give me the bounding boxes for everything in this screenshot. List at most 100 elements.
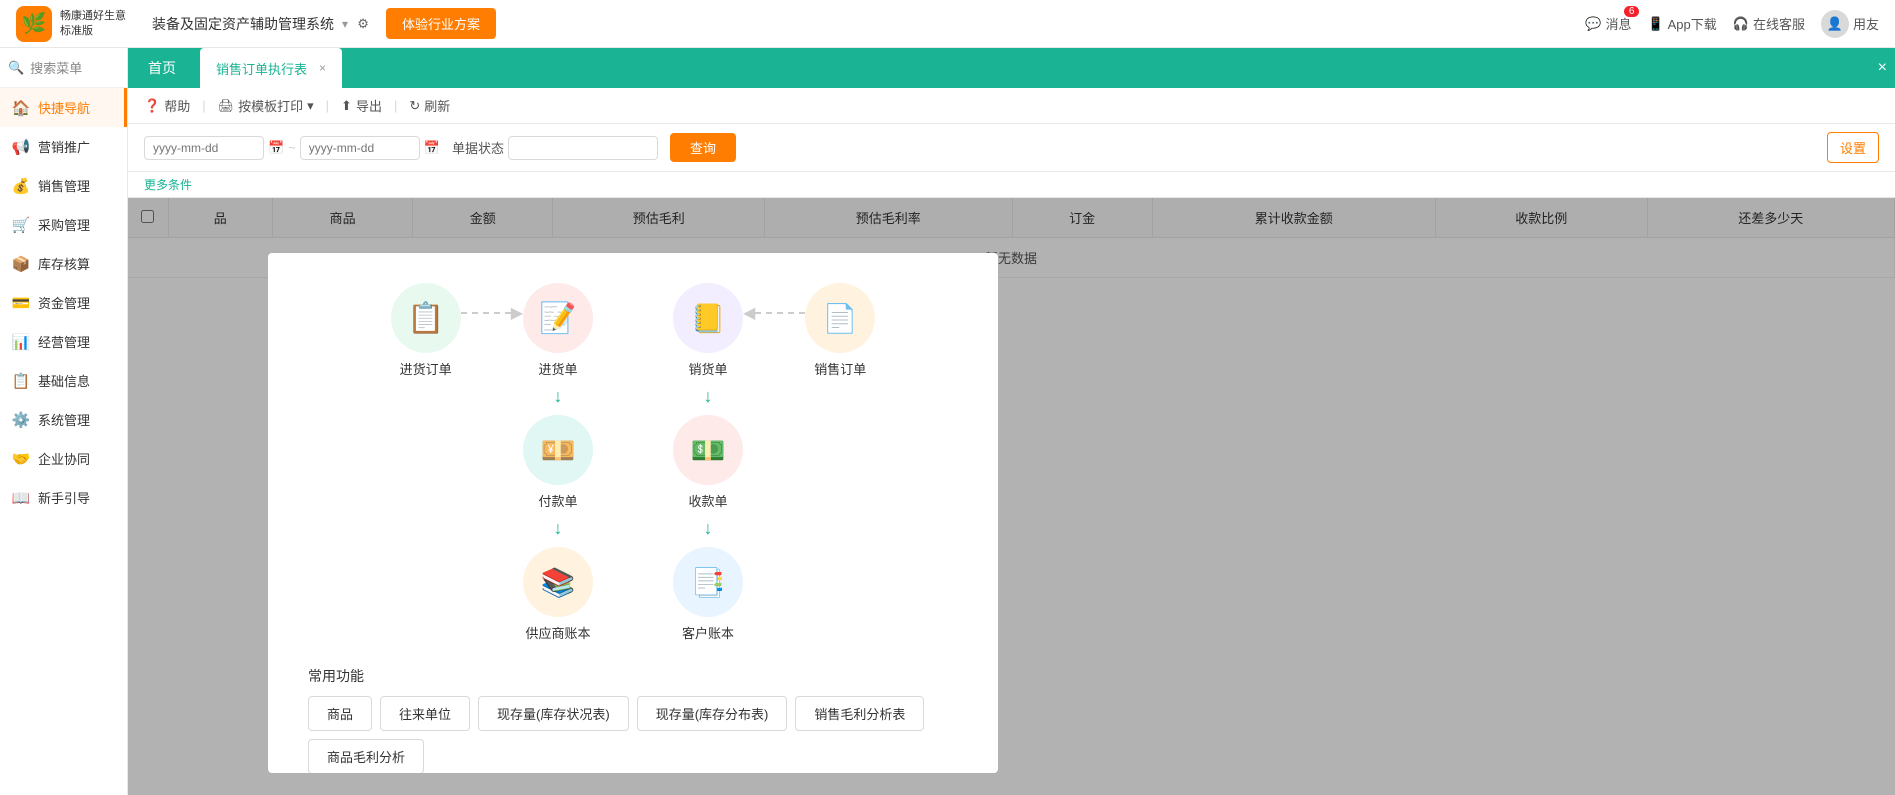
search-icon: 🔍 (8, 60, 24, 76)
user-menu[interactable]: 👤 用友 (1821, 10, 1879, 38)
message-btn[interactable]: 💬 消息 6 (1585, 14, 1631, 33)
flow-item-purchase-bill[interactable]: 📝 进货单 (523, 283, 593, 378)
sidebar-item-label: 销售管理 (38, 176, 90, 195)
func-btn-product[interactable]: 商品 (308, 696, 372, 731)
purchase-bill-circle: 📝 (523, 283, 593, 353)
enterprise-icon: 🤝 (12, 450, 30, 468)
search-menu[interactable]: 🔍 搜索菜单 (0, 48, 127, 88)
sidebar-item-sales[interactable]: 💰 销售管理 (0, 166, 127, 205)
arrow-down3: ↓ (704, 386, 713, 407)
common-funcs-title: 常用功能 (308, 666, 958, 686)
calendar-icon[interactable]: 📅 (268, 140, 284, 156)
help-icon: ❓ (144, 98, 160, 114)
download-icon: 📱 (1647, 16, 1663, 32)
system-title: 装备及固定资产辅助管理系统 ▾ (152, 14, 348, 34)
payment-circle: 💴 (523, 415, 593, 485)
page-toolbar: ❓ 帮助 | 🖨 按模板打印 ▾ | ⬆ 导出 | ↻ 刷新 (128, 88, 1895, 124)
flow-item-supplier-ledger[interactable]: 📚 供应商账本 (523, 547, 593, 642)
flow-item-sales-bill[interactable]: 📒 销货单 (673, 283, 743, 378)
filter-bar: 📅 ~ 📅 单据状态 查询 设置 (128, 124, 1895, 172)
online-service-btn[interactable]: 🎧 在线客服 (1733, 14, 1805, 33)
tab-close-icon[interactable]: × (319, 61, 326, 75)
query-button[interactable]: 查询 (670, 133, 736, 162)
receipt-label: 收款单 (688, 491, 727, 510)
func-btn-product-gross[interactable]: 商品毛利分析 (308, 739, 424, 773)
flow-item-customer-ledger[interactable]: 📑 客户账本 (673, 547, 743, 642)
sidebar-item-purchase[interactable]: 🛒 采购管理 (0, 205, 127, 244)
flow-item-payment[interactable]: 💴 付款单 (523, 415, 593, 510)
sidebar-item-base-info[interactable]: 📋 基础信息 (0, 361, 127, 400)
tab-bar-close-icon[interactable]: × (1878, 59, 1887, 77)
inventory-icon: 📦 (12, 255, 30, 273)
modal-box: 📋 进货订单 ▶ (268, 253, 998, 773)
sidebar-item-sys-mgmt[interactable]: ⚙️ 系统管理 (0, 400, 127, 439)
func-btn-stock-dist[interactable]: 现存量(库存分布表) (637, 696, 788, 731)
flow-item-purchase-order[interactable]: 📋 进货订单 (391, 283, 461, 378)
refresh-icon: ↻ (409, 98, 420, 114)
supplier-ledger-circle: 📚 (523, 547, 593, 617)
sidebar-item-quick-nav[interactable]: 🏠 快捷导航 (0, 88, 127, 127)
help-btn[interactable]: ❓ 帮助 (144, 96, 190, 115)
sidebar-item-finance[interactable]: 💳 资金管理 (0, 283, 127, 322)
sales-icon: 💰 (12, 177, 30, 195)
tab-sales-order-execution[interactable]: 销售订单执行表 × (200, 48, 342, 88)
date-start-input[interactable] (144, 136, 264, 160)
purchase-icon: 🛒 (12, 216, 30, 234)
flow-item-receipt[interactable]: 💵 收款单 (673, 415, 743, 510)
template-print-btn[interactable]: 🖨 按模板打印 ▾ (218, 96, 314, 115)
sidebar-item-label: 新手引导 (38, 488, 90, 507)
sidebar-item-enterprise[interactable]: 🤝 企业协同 (0, 439, 127, 478)
flow-item-sales-order[interactable]: 📄 销售订单 (805, 283, 875, 378)
sidebar-item-label: 经营管理 (38, 332, 90, 351)
sidebar-item-label: 快捷导航 (38, 98, 90, 117)
finance-icon: 💳 (12, 294, 30, 312)
arrow-h2: ◀ (743, 303, 805, 323)
table-area: 品 商品 金额 预估毛利 预估毛利率 订金 累计收款金额 收款比例 还差多少天 (128, 198, 1895, 795)
status-select[interactable] (508, 136, 658, 160)
export-btn[interactable]: ⬆ 导出 (341, 96, 382, 115)
date-end-input[interactable] (300, 136, 420, 160)
customer-ledger-circle: 📑 (673, 547, 743, 617)
home-icon: 🏠 (12, 99, 30, 117)
trial-button[interactable]: 体验行业方案 (386, 8, 496, 39)
flow-col-purchase-bill: 📝 进货单 ↓ 💴 付款单 ↓ 📚 (523, 283, 593, 642)
export-icon: ⬆ (341, 98, 352, 114)
logo-icon: 🌿 (16, 6, 52, 42)
modal-overlay: 📋 进货订单 ▶ (128, 198, 1895, 795)
setting-button[interactable]: 设置 (1827, 132, 1879, 163)
service-icon: 🎧 (1733, 16, 1749, 32)
sidebar-item-label: 企业协同 (38, 449, 90, 468)
sales-bill-label: 销货单 (688, 359, 727, 378)
arrow-down4: ↓ (704, 518, 713, 539)
sidebar-item-marketing[interactable]: 📢 营销推广 (0, 127, 127, 166)
purchase-order-label: 进货订单 (400, 359, 452, 378)
flow-col-sales-order: 📄 销售订单 (805, 283, 875, 378)
arrow-down2: ↓ (554, 518, 563, 539)
date-filter: 📅 ~ 📅 (144, 136, 440, 160)
sidebar-item-operations[interactable]: 📊 经营管理 (0, 322, 127, 361)
sidebar-item-label: 基础信息 (38, 371, 90, 390)
app-download-btn[interactable]: 📱 App下载 (1647, 14, 1716, 33)
sales-order-circle: 📄 (805, 283, 875, 353)
purchase-order-circle: 📋 (391, 283, 461, 353)
func-btn-stock-status[interactable]: 现存量(库存状况表) (478, 696, 629, 731)
print-icon: 🖨 (218, 98, 235, 114)
more-conditions-btn[interactable]: 更多条件 (144, 174, 192, 196)
tab-home[interactable]: 首页 (128, 48, 196, 88)
avatar: 👤 (1821, 10, 1849, 38)
status-filter: 单据状态 (452, 136, 658, 160)
func-btn-sales-gross[interactable]: 销售毛利分析表 (795, 696, 924, 731)
print-dropdown-icon: ▾ (307, 98, 314, 114)
sales-order-label: 销售订单 (814, 359, 866, 378)
func-btn-partner[interactable]: 往来单位 (380, 696, 470, 731)
sidebar-item-label: 库存核算 (38, 254, 90, 273)
marketing-icon: 📢 (12, 138, 30, 156)
sidebar-nav: 🏠 快捷导航 📢 营销推广 💰 销售管理 🛒 采购管理 📦 库存核 (0, 88, 127, 795)
base-info-icon: 📋 (12, 372, 30, 390)
sidebar-item-inventory[interactable]: 📦 库存核算 (0, 244, 127, 283)
sidebar-item-newbie[interactable]: 📖 新手引导 (0, 478, 127, 517)
settings-icon[interactable]: ⚙ (348, 9, 378, 39)
sales-bill-circle: 📒 (673, 283, 743, 353)
refresh-btn[interactable]: ↻ 刷新 (409, 96, 450, 115)
calendar-end-icon[interactable]: 📅 (424, 140, 440, 156)
